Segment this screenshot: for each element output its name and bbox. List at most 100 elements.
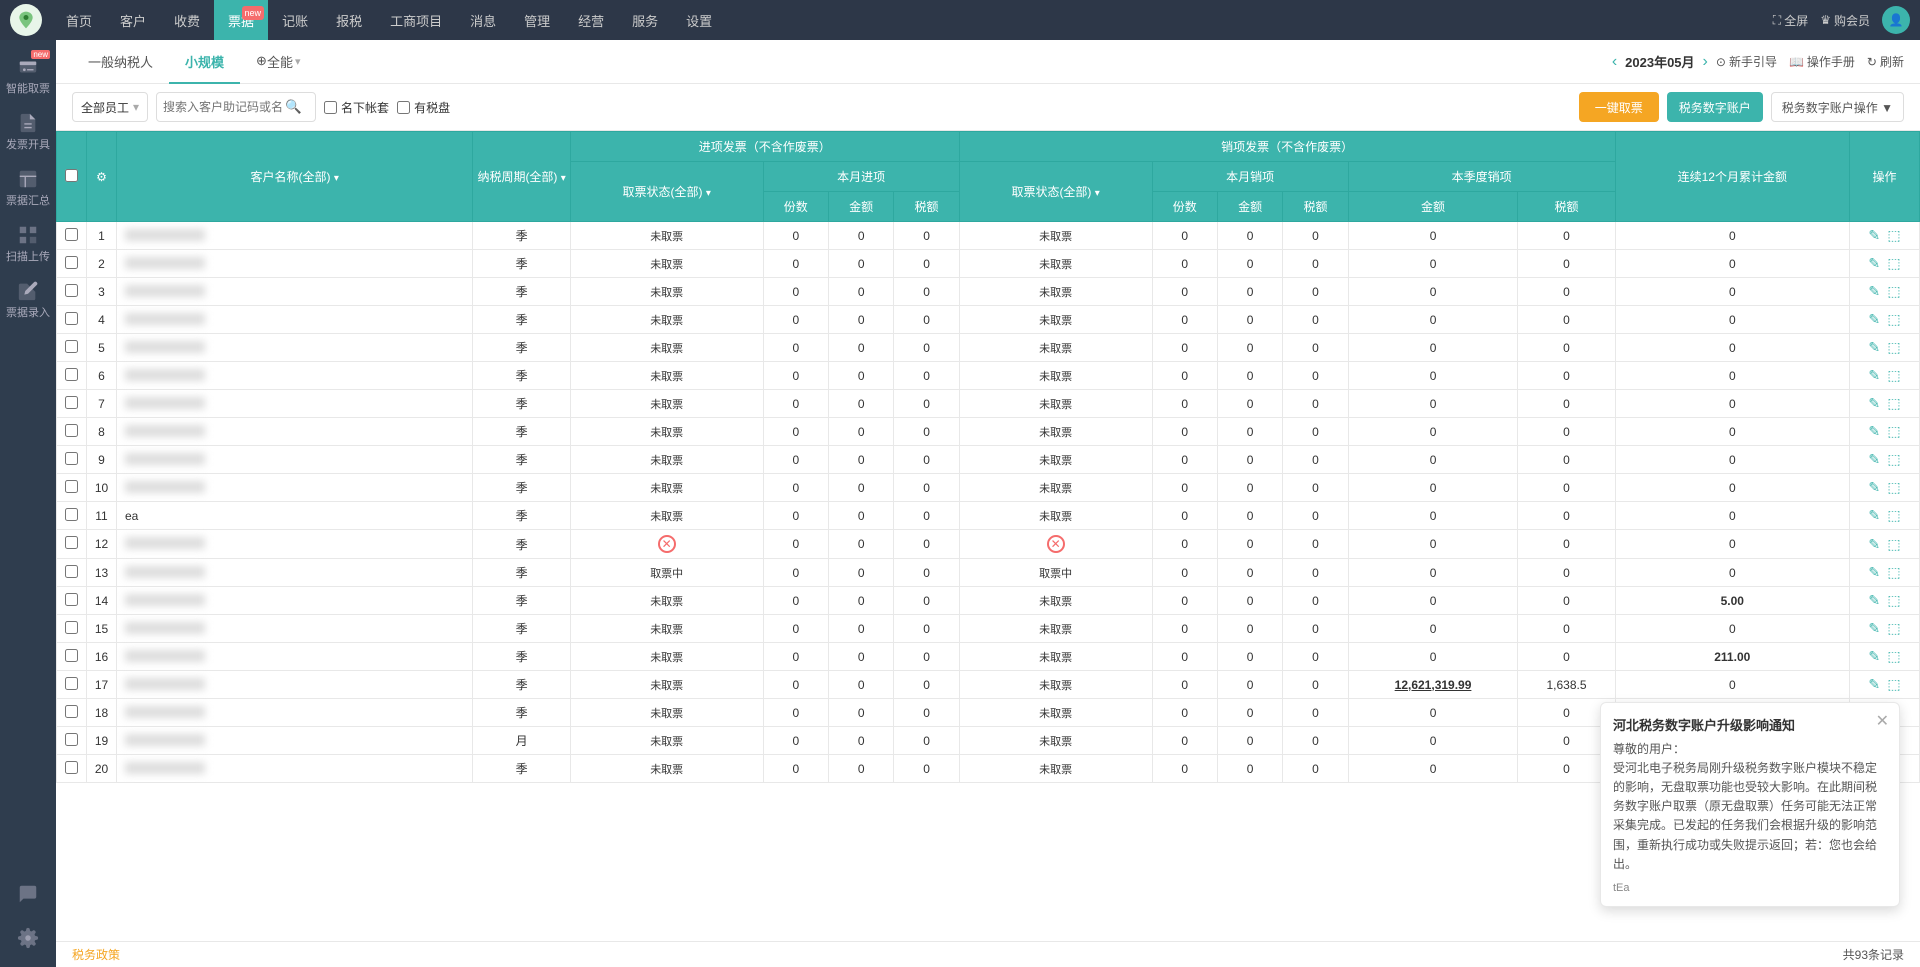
notification-close-button[interactable]: ✕ [1876,711,1889,731]
nav-item-首页[interactable]: 首页 [52,0,106,40]
row-checkbox[interactable] [65,649,78,662]
edit-icon[interactable]: ✎ [1868,255,1880,271]
row-checkbox[interactable] [65,452,78,465]
manual-button[interactable]: 📖 操作手册 [1789,53,1855,70]
user-avatar[interactable]: 👤 [1882,6,1910,34]
copy-icon[interactable]: ⬚ [1887,367,1900,383]
row-checkbox[interactable] [65,480,78,493]
row-checkbox[interactable] [65,621,78,634]
edit-icon[interactable]: ✎ [1868,536,1880,552]
edit-icon[interactable]: ✎ [1868,592,1880,608]
checkbox-account-set[interactable]: 名下帐套 [324,99,389,116]
edit-icon[interactable]: ✎ [1868,564,1880,580]
th-out-status[interactable]: 取票状态(全部) ▾ [959,162,1152,222]
th-customer-name[interactable]: 客户名称(全部) ▾ [117,132,473,222]
row-checkbox[interactable] [65,733,78,746]
tab-all-in-one[interactable]: ⊕ 全能 ▾ [240,40,316,84]
row-checkbox[interactable] [65,340,78,353]
employee-select[interactable]: 全部员工 ▾ [72,92,148,122]
copy-icon[interactable]: ⬚ [1887,339,1900,355]
checkbox-tax-disk-input[interactable] [397,101,410,114]
copy-icon[interactable]: ⬚ [1887,227,1900,243]
th-tax-period[interactable]: 纳税周期(全部) ▾ [473,132,570,222]
refresh-button[interactable]: ↻ 刷新 [1867,53,1904,70]
copy-icon[interactable]: ⬚ [1887,620,1900,636]
copy-icon[interactable]: ⬚ [1887,648,1900,664]
row-checkbox[interactable] [65,677,78,690]
copy-icon[interactable]: ⬚ [1887,423,1900,439]
nav-item-报税[interactable]: 报税 [322,0,376,40]
row-checkbox[interactable] [65,508,78,521]
copy-icon[interactable]: ⬚ [1887,564,1900,580]
tax-digital-account-ops-button[interactable]: 税务数字账户操作 ▼ [1771,92,1904,122]
edit-icon[interactable]: ✎ [1868,367,1880,383]
sidebar-item-smart-ticket[interactable]: 智能取票 new [0,48,56,104]
copy-icon[interactable]: ⬚ [1887,479,1900,495]
copy-icon[interactable]: ⬚ [1887,451,1900,467]
edit-icon[interactable]: ✎ [1868,395,1880,411]
error-status-in[interactable]: ✕ [658,535,676,553]
search-button[interactable]: 🔍 [283,99,304,115]
checkbox-tax-disk[interactable]: 有税盘 [397,99,450,116]
copy-icon[interactable]: ⬚ [1887,311,1900,327]
edit-icon[interactable]: ✎ [1868,451,1880,467]
copy-icon[interactable]: ⬚ [1887,536,1900,552]
row-checkbox[interactable] [65,228,78,241]
th-in-status[interactable]: 取票状态(全部) ▾ [570,162,763,222]
nav-item-经营[interactable]: 经营 [564,0,618,40]
nav-item-客户[interactable]: 客户 [106,0,160,40]
select-all-checkbox[interactable] [65,169,78,182]
copy-icon[interactable]: ⬚ [1887,507,1900,523]
nav-item-设置[interactable]: 设置 [672,0,726,40]
nav-item-工商项目[interactable]: 工商项目 [376,0,456,40]
copy-icon[interactable]: ⬚ [1887,283,1900,299]
next-month-button[interactable]: › [1703,53,1708,71]
edit-icon[interactable]: ✎ [1868,227,1880,243]
sidebar-item-invoice-open[interactable]: 发票开具 [0,104,56,160]
copy-icon[interactable]: ⬚ [1887,395,1900,411]
one-key-ticket-button[interactable]: 一键取票 [1579,92,1659,122]
sidebar-item-settings[interactable] [17,919,39,957]
checkbox-account-set-input[interactable] [324,101,337,114]
row-checkbox[interactable] [65,368,78,381]
nav-item-管理[interactable]: 管理 [510,0,564,40]
sidebar-item-ticket-entry[interactable]: 票据录入 [0,272,56,328]
row-checkbox[interactable] [65,593,78,606]
edit-icon[interactable]: ✎ [1868,676,1880,692]
new-guide-button[interactable]: ⊙ 新手引导 [1716,53,1777,70]
copy-icon[interactable]: ⬚ [1887,255,1900,271]
vip-button[interactable]: ♛ 购会员 [1820,12,1870,29]
edit-icon[interactable]: ✎ [1868,507,1880,523]
row-checkbox[interactable] [65,256,78,269]
prev-month-button[interactable]: ‹ [1612,53,1617,71]
nav-item-服务[interactable]: 服务 [618,0,672,40]
row-checkbox[interactable] [65,536,78,549]
edit-icon[interactable]: ✎ [1868,311,1880,327]
edit-icon[interactable]: ✎ [1868,339,1880,355]
sidebar-item-message[interactable] [17,875,39,913]
nav-item-消息[interactable]: 消息 [456,0,510,40]
row-checkbox[interactable] [65,284,78,297]
nav-item-票据[interactable]: 票据new [214,0,268,40]
nav-item-记账[interactable]: 记账 [268,0,322,40]
nav-item-收费[interactable]: 收费 [160,0,214,40]
row-checkbox[interactable] [65,565,78,578]
tab-small-scale[interactable]: 小规模 [169,40,240,84]
copy-icon[interactable]: ⬚ [1887,592,1900,608]
sidebar-item-scan-upload[interactable]: 扫描上传 [0,216,56,272]
edit-icon[interactable]: ✎ [1868,283,1880,299]
sidebar-item-ticket-summary[interactable]: 票据汇总 [0,160,56,216]
fullscreen-button[interactable]: ⛶ 全屏 [1773,12,1808,29]
edit-icon[interactable]: ✎ [1868,479,1880,495]
search-input[interactable] [163,100,283,114]
row-checkbox[interactable] [65,312,78,325]
row-checkbox[interactable] [65,424,78,437]
tab-general-taxpayer[interactable]: 一般纳税人 [72,40,169,84]
app-logo[interactable] [10,4,42,36]
row-checkbox[interactable] [65,705,78,718]
tax-policy-link[interactable]: 税务政策 [72,946,120,963]
row-checkbox[interactable] [65,761,78,774]
error-status-out[interactable]: ✕ [1047,535,1065,553]
edit-icon[interactable]: ✎ [1868,423,1880,439]
copy-icon[interactable]: ⬚ [1887,676,1900,692]
